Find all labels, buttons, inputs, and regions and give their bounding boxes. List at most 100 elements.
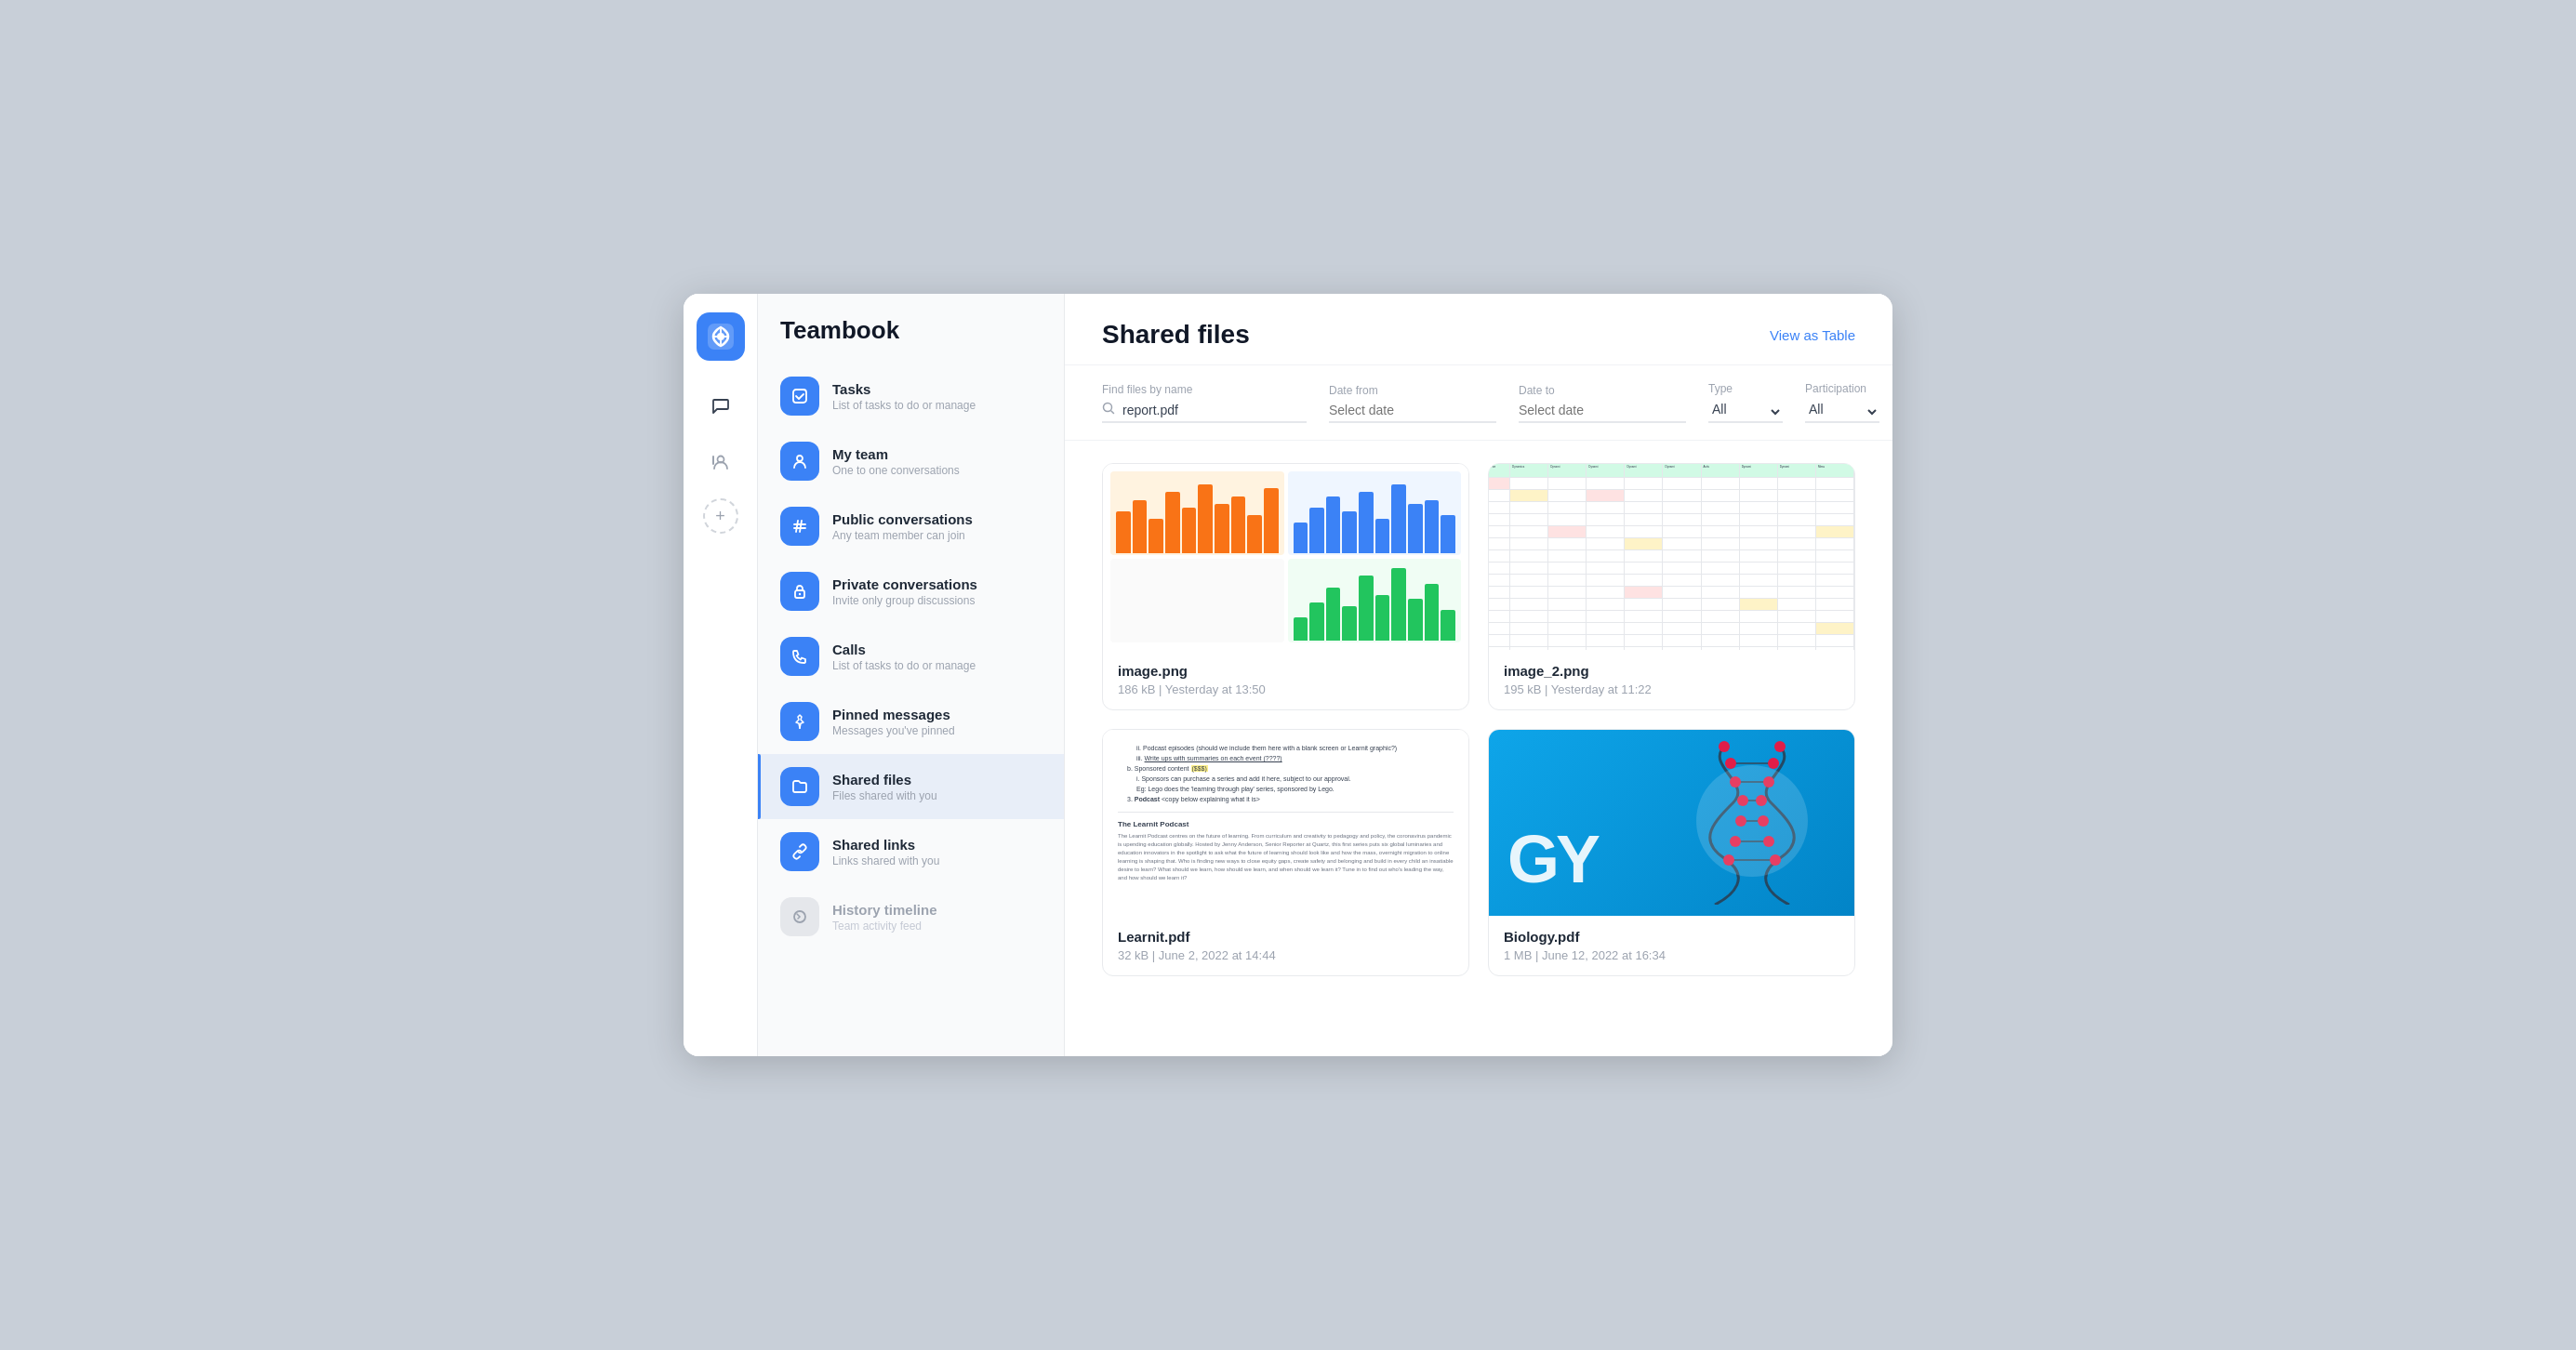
calls-label: Calls — [832, 642, 976, 657]
doc-line-1: ii. Podcast episodes (should we include … — [1118, 745, 1454, 751]
ss-cell — [1816, 502, 1854, 513]
private-label: Private conversations — [832, 576, 977, 592]
type-select[interactable]: All PDF Image — [1708, 401, 1783, 423]
ss-data-row — [1489, 502, 1854, 514]
ss-cell — [1740, 538, 1778, 549]
date-to-input[interactable] — [1519, 403, 1686, 417]
dna-icon — [1678, 737, 1826, 908]
calls-sub: List of tasks to do or manage — [832, 659, 976, 672]
ss-cell — [1625, 562, 1663, 574]
file-info-image-png: image.png 186 kB | Yesterday at 13:50 — [1103, 650, 1468, 709]
sidebar-item-public-conversations[interactable]: Public conversations Any team member can… — [758, 494, 1064, 559]
ss-cell — [1548, 490, 1587, 501]
ss-cell — [1740, 623, 1778, 634]
ss-cell — [1625, 575, 1663, 586]
ss-cell — [1663, 550, 1701, 562]
ss-cell — [1778, 599, 1816, 610]
ss-data-row — [1489, 538, 1854, 550]
ss-cell — [1510, 514, 1548, 525]
type-filter: Type All PDF Image — [1708, 382, 1783, 423]
file-card-biology-pdf[interactable]: GY — [1488, 729, 1855, 976]
ss-cell — [1489, 611, 1510, 622]
file-thumbnail-biology-pdf: GY — [1489, 730, 1854, 916]
ss-data-row — [1489, 587, 1854, 599]
ss-cell — [1587, 526, 1625, 537]
find-files-input-wrap — [1102, 402, 1307, 423]
ss-cell — [1587, 575, 1625, 586]
app-window: + Teambook Tasks List of tasks to do or … — [684, 294, 1892, 1056]
ss-cell — [1778, 623, 1816, 634]
ss-cell — [1510, 562, 1548, 574]
ss-cell — [1663, 490, 1701, 501]
rail-icon-contacts[interactable] — [701, 443, 740, 482]
public-sub: Any team member can join — [832, 529, 973, 542]
sidebar-item-calls[interactable]: Calls List of tasks to do or manage — [758, 624, 1064, 689]
ss-cell — [1548, 611, 1587, 622]
ss-cell — [1740, 587, 1778, 598]
ss-cell — [1489, 623, 1510, 634]
ss-cell — [1587, 611, 1625, 622]
sidebar-item-history-timeline[interactable]: History timeline Team activity feed — [758, 884, 1064, 949]
find-files-filter: Find files by name — [1102, 383, 1307, 423]
ss-data-row — [1489, 647, 1854, 650]
rail-icon-chat[interactable] — [701, 387, 740, 426]
file-card-learnit-pdf[interactable]: ii. Podcast episodes (should we include … — [1102, 729, 1469, 976]
ss-cell — [1510, 635, 1548, 646]
ss-cell — [1587, 562, 1625, 574]
date-to-label: Date to — [1519, 384, 1686, 397]
ss-cell — [1510, 538, 1548, 549]
ss-cell — [1778, 611, 1816, 622]
files-grid: image.png 186 kB | Yesterday at 13:50 Pe… — [1065, 441, 1892, 1056]
svg-point-17 — [1719, 741, 1730, 752]
ss-cell — [1489, 538, 1510, 549]
ss-cell — [1489, 575, 1510, 586]
date-from-input[interactable] — [1329, 403, 1496, 417]
app-logo[interactable] — [697, 312, 745, 361]
rail-icon-add[interactable]: + — [703, 498, 738, 534]
ss-cell — [1663, 514, 1701, 525]
ss-cell — [1702, 490, 1740, 501]
ss-cell — [1510, 623, 1548, 634]
sidebar-item-text-team: My team One to one conversations — [832, 446, 960, 477]
ss-cell — [1816, 599, 1854, 610]
doc-bold: Podcast — [1135, 796, 1160, 802]
participation-select[interactable]: All — [1805, 401, 1879, 423]
svg-point-20 — [1768, 758, 1779, 769]
sidebar-item-shared-links[interactable]: Shared links Links shared with you — [758, 819, 1064, 884]
ss-cell — [1778, 550, 1816, 562]
biology-thumbnail: GY — [1489, 730, 1854, 916]
find-files-input[interactable] — [1122, 403, 1307, 417]
ss-cell — [1702, 575, 1740, 586]
file-card-image-png[interactable]: image.png 186 kB | Yesterday at 13:50 — [1102, 463, 1469, 710]
view-as-table-button[interactable]: View as Table — [1770, 327, 1855, 343]
ss-cell — [1816, 623, 1854, 634]
ss-cell — [1740, 514, 1778, 525]
sidebar-item-text-tasks: Tasks List of tasks to do or manage — [832, 381, 976, 412]
ss-cell — [1587, 514, 1625, 525]
ss-cell — [1816, 647, 1854, 650]
sidebar-item-tasks[interactable]: Tasks List of tasks to do or manage — [758, 364, 1064, 429]
ss-cell — [1625, 599, 1663, 610]
ss-cell — [1778, 635, 1816, 646]
phone-icon — [780, 637, 819, 676]
mini-chart-2 — [1288, 471, 1462, 555]
ss-cell — [1625, 611, 1663, 622]
doc-line-3: b. Sponsored content ($$$) — [1118, 765, 1454, 772]
ss-cell — [1625, 635, 1663, 646]
svg-point-31 — [1696, 765, 1808, 877]
file-card-image-2-png[interactable]: Per Dynamics Dynami Dynami Dynami Dynami… — [1488, 463, 1855, 710]
sidebar-item-private-conversations[interactable]: Private conversations Invite only group … — [758, 559, 1064, 624]
sidebar-item-pinned-messages[interactable]: Pinned messages Messages you've pinned — [758, 689, 1064, 754]
history-label: History timeline — [832, 902, 937, 918]
doc-desc: The Learnit Podcast centres on the futur… — [1118, 832, 1454, 882]
ss-cell — [1816, 526, 1854, 537]
shared-links-label: Shared links — [832, 837, 939, 853]
ss-cell — [1778, 562, 1816, 574]
ss-cell — [1548, 562, 1587, 574]
filters-bar: Find files by name Date from — [1065, 365, 1892, 441]
sidebar-item-shared-files[interactable]: Shared files Files shared with you — [758, 754, 1064, 819]
sidebar-item-my-team[interactable]: My team One to one conversations — [758, 429, 1064, 494]
ss-cell — [1510, 478, 1548, 489]
history-icon — [780, 897, 819, 936]
shared-links-sub: Links shared with you — [832, 854, 939, 867]
